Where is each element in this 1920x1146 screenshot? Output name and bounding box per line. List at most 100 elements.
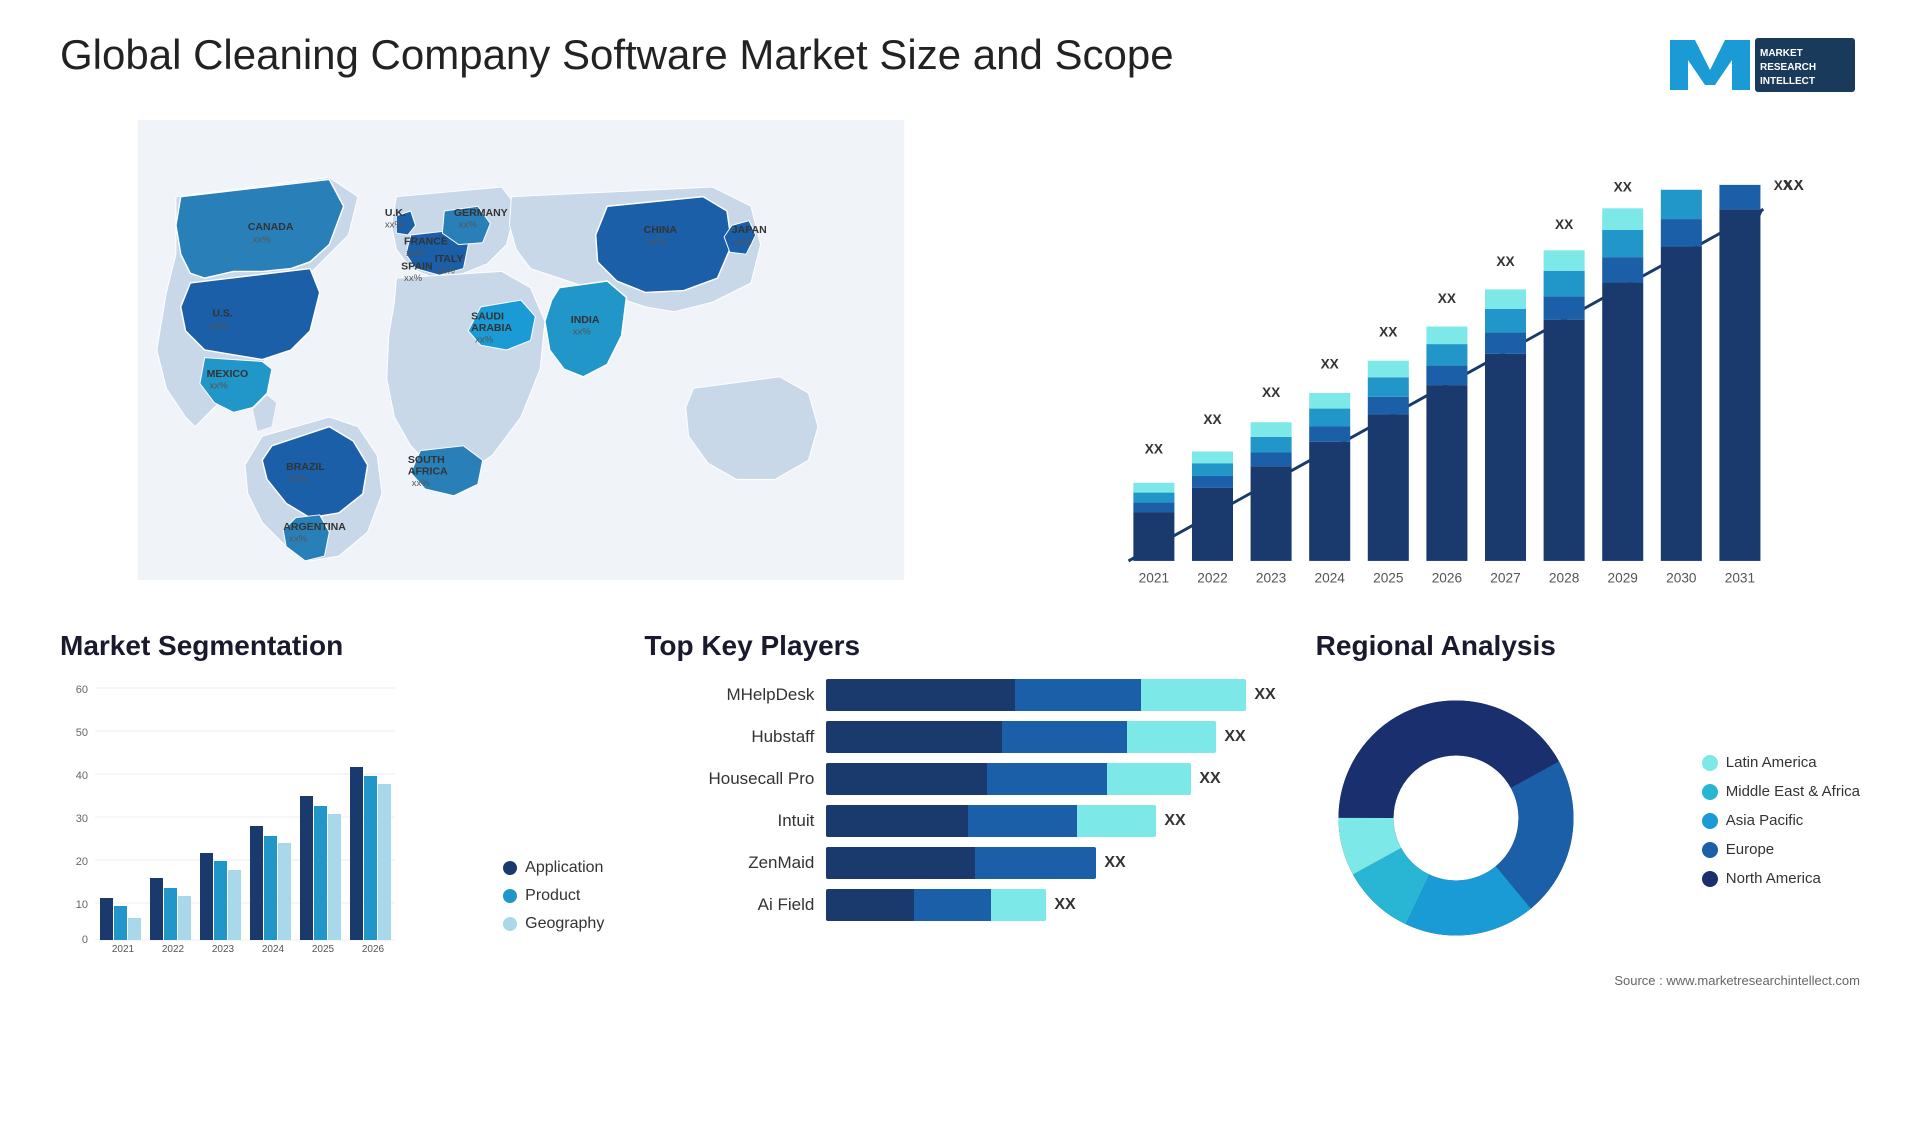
svg-text:10: 10 (76, 899, 88, 911)
svg-text:xx%: xx% (573, 327, 592, 338)
svg-text:2025: 2025 (1373, 570, 1404, 585)
segmentation-chart: 60 50 40 30 20 10 0 (60, 678, 483, 963)
player-xx: XX (1199, 770, 1220, 788)
svg-text:U.S.: U.S. (212, 307, 233, 319)
svg-text:xx%: xx% (385, 219, 404, 230)
map-area: CANADA xx% U.S. xx% MEXICO xx% BRAZIL xx… (60, 120, 982, 600)
svg-text:xx%: xx% (289, 474, 308, 485)
svg-text:2021: 2021 (112, 944, 135, 955)
application-dot (503, 861, 517, 875)
svg-text:RESEARCH: RESEARCH (1760, 62, 1816, 73)
product-dot (503, 889, 517, 903)
svg-text:2026: 2026 (1432, 570, 1462, 585)
svg-text:60: 60 (76, 684, 88, 696)
svg-text:XX: XX (1496, 254, 1514, 269)
svg-text:ITALY: ITALY (435, 253, 464, 265)
players-list: MHelpDesk XX Hubstaff (644, 678, 1275, 922)
player-xx: XX (1054, 896, 1075, 914)
donut-chart (1316, 678, 1596, 958)
middle-east-dot (1702, 784, 1718, 800)
donut-chart-container (1316, 678, 1682, 963)
player-name: Ai Field (644, 895, 814, 915)
svg-text:FRANCE: FRANCE (404, 236, 448, 248)
svg-text:CANADA: CANADA (248, 221, 294, 233)
player-row-zenmaid: ZenMaid XX (644, 846, 1275, 880)
regional-content: Latin America Middle East & Africa Asia … (1316, 678, 1860, 963)
svg-text:xx%: xx% (475, 334, 494, 345)
svg-text:2027: 2027 (1490, 570, 1520, 585)
svg-text:2024: 2024 (262, 944, 285, 955)
europe-label: Europe (1726, 841, 1774, 858)
svg-text:xx%: xx% (734, 237, 753, 248)
player-row-aifield: Ai Field XX (644, 888, 1275, 922)
segmentation-area: Market Segmentation 60 50 40 30 20 10 0 (60, 630, 604, 988)
player-row-mhelpdesk: MHelpDesk XX (644, 678, 1275, 712)
svg-text:XX: XX (1203, 412, 1221, 427)
latin-america-dot (1702, 755, 1718, 771)
svg-text:xx%: xx% (437, 265, 456, 276)
geography-label: Geography (525, 915, 604, 933)
legend-asia-pacific: Asia Pacific (1702, 812, 1860, 829)
svg-text:40: 40 (76, 770, 88, 782)
svg-text:INTELLECT: INTELLECT (1760, 76, 1815, 87)
player-row-intuit: Intuit XX (644, 804, 1275, 838)
svg-text:U.K.: U.K. (385, 207, 406, 219)
growth-bar-chart: XX 2021 XX 2022 XX 2023 (1022, 180, 1860, 600)
svg-text:xx%: xx% (209, 321, 228, 332)
svg-text:XX: XX (1379, 324, 1397, 339)
page-header: Global Cleaning Company Software Market … (60, 30, 1860, 100)
svg-text:ARABIA: ARABIA (471, 322, 512, 334)
player-xx: XX (1254, 686, 1275, 704)
svg-text:SPAIN: SPAIN (401, 261, 432, 273)
player-bar-container: XX (826, 762, 1275, 796)
svg-text:2026: 2026 (362, 944, 385, 955)
player-bar-container: XX (826, 804, 1275, 838)
player-bar (826, 847, 1096, 879)
svg-text:XX: XX (1783, 180, 1804, 194)
svg-text:JAPAN: JAPAN (732, 224, 767, 236)
regional-legend: Latin America Middle East & Africa Asia … (1702, 754, 1860, 887)
svg-text:2031: 2031 (1725, 570, 1755, 585)
svg-text:XX: XX (1555, 217, 1573, 232)
player-bar (826, 721, 1216, 753)
svg-text:xx%: xx% (647, 237, 666, 248)
svg-text:2029: 2029 (1607, 570, 1637, 585)
europe-dot (1702, 842, 1718, 858)
svg-text:2022: 2022 (162, 944, 185, 955)
player-bar (826, 889, 1046, 921)
legend-item-geography: Geography (503, 915, 604, 933)
svg-text:xx%: xx% (209, 380, 228, 391)
legend-latin-america: Latin America (1702, 754, 1860, 771)
product-label: Product (525, 887, 580, 905)
player-bar-container: XX (826, 846, 1275, 880)
svg-text:MEXICO: MEXICO (207, 368, 249, 380)
segmentation-legend: Application Product Geography (503, 859, 604, 963)
svg-text:XX: XX (1438, 291, 1456, 306)
svg-text:XX: XX (1614, 180, 1632, 195)
player-name: Intuit (644, 811, 814, 831)
svg-text:CHINA: CHINA (644, 224, 678, 236)
svg-text:xx%: xx% (412, 478, 431, 489)
svg-text:2023: 2023 (212, 944, 235, 955)
svg-text:xx%: xx% (459, 219, 478, 230)
legend-middle-east: Middle East & Africa (1702, 783, 1860, 800)
north-america-dot (1702, 871, 1718, 887)
asia-pacific-label: Asia Pacific (1726, 812, 1804, 829)
latin-america-label: Latin America (1726, 754, 1817, 771)
svg-text:2030: 2030 (1666, 570, 1697, 585)
svg-text:2022: 2022 (1197, 570, 1227, 585)
svg-text:MARKET: MARKET (1760, 48, 1803, 59)
svg-text:XX: XX (1320, 357, 1338, 372)
svg-text:2023: 2023 (1256, 570, 1286, 585)
svg-text:xx%: xx% (404, 273, 423, 284)
player-name: ZenMaid (644, 853, 814, 873)
segmentation-title: Market Segmentation (60, 630, 604, 662)
svg-text:50: 50 (76, 727, 88, 739)
player-name: Hubstaff (644, 727, 814, 747)
player-bar (826, 763, 1191, 795)
bottom-section: Market Segmentation 60 50 40 30 20 10 0 (60, 630, 1860, 988)
svg-text:2024: 2024 (1314, 570, 1345, 585)
player-name: MHelpDesk (644, 685, 814, 705)
player-bar-container: XX (826, 720, 1275, 754)
middle-east-label: Middle East & Africa (1726, 783, 1860, 800)
